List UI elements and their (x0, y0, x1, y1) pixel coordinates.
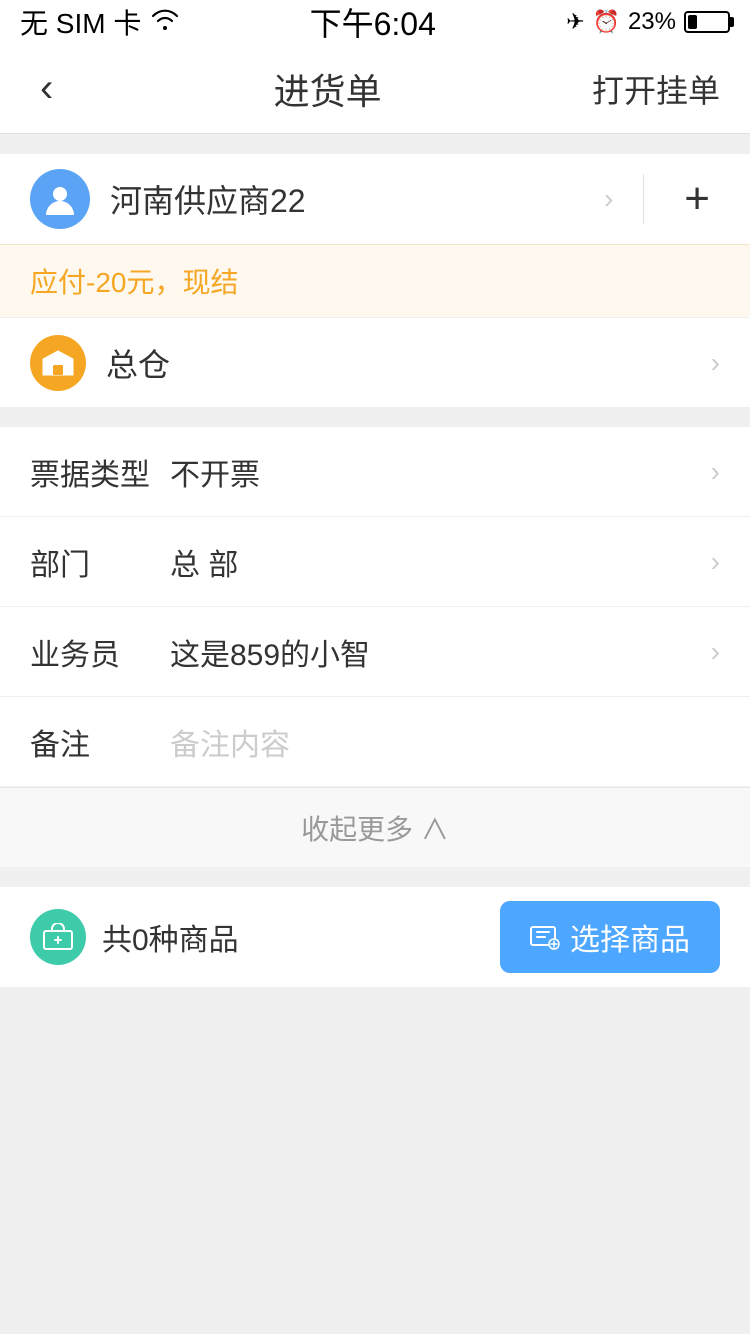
wifi-icon (151, 8, 179, 37)
sales-rep-row[interactable]: 业务员 这是859的小智 › (0, 607, 750, 697)
select-product-icon (530, 924, 560, 950)
alert-text: 应付-20元，现结 (30, 267, 238, 298)
department-row[interactable]: 部门 总 部 › (0, 517, 750, 607)
page-background (0, 987, 750, 1287)
remark-label: 备注 (30, 720, 150, 764)
carrier-text: 无 SIM 卡 (20, 2, 141, 42)
warehouse-icon (30, 335, 86, 391)
product-icon (30, 909, 86, 965)
alarm-icon: ⏰ (593, 9, 620, 35)
battery-percent: 23% (628, 8, 676, 36)
remark-placeholder[interactable]: 备注内容 (150, 720, 720, 764)
select-product-button[interactable]: 选择商品 (500, 901, 720, 973)
back-button[interactable]: ‹ (30, 56, 63, 121)
invoice-type-value: 不开票 (150, 450, 711, 494)
add-button[interactable]: + (674, 174, 720, 224)
nav-bar: ‹ 进货单 打开挂单 (0, 44, 750, 134)
sales-rep-value: 这是859的小智 (150, 630, 711, 674)
sales-rep-chevron-icon: › (711, 636, 720, 668)
collapse-label: 收起更多 ∧ (301, 808, 449, 848)
alert-bar: 应付-20元，现结 (0, 244, 750, 317)
sales-rep-label: 业务员 (30, 630, 150, 674)
supplier-chevron-icon: › (604, 183, 613, 215)
battery-icon (684, 11, 730, 33)
product-count-area: 共0种商品 (30, 909, 239, 965)
supplier-avatar (30, 169, 90, 229)
open-pending-button[interactable]: 打开挂单 (592, 66, 720, 112)
section-divider-1 (0, 134, 750, 154)
invoice-type-label: 票据类型 (30, 450, 150, 494)
supplier-section: 河南供应商22 › + 应付-20元，现结 总仓 › (0, 154, 750, 407)
warehouse-row[interactable]: 总仓 › (0, 317, 750, 407)
supplier-row[interactable]: 河南供应商22 › + (0, 154, 750, 244)
status-time: 下午6:04 (310, 0, 436, 45)
select-product-label: 选择商品 (570, 915, 690, 959)
status-carrier: 无 SIM 卡 (20, 2, 179, 42)
remark-row[interactable]: 备注 备注内容 (0, 697, 750, 787)
location-icon: ✈ (566, 9, 584, 35)
status-right-icons: ✈ ⏰ 23% (566, 8, 730, 36)
page-title: 进货单 (274, 63, 382, 115)
warehouse-name: 总仓 (106, 340, 711, 386)
form-section: 票据类型 不开票 › 部门 总 部 › 业务员 这是859的小智 › 备注 备注… (0, 427, 750, 867)
department-value: 总 部 (150, 540, 711, 584)
collapse-button[interactable]: 收起更多 ∧ (0, 787, 750, 867)
bottom-bar: 共0种商品 选择商品 (0, 887, 750, 987)
department-chevron-icon: › (711, 546, 720, 578)
warehouse-chevron-icon: › (711, 347, 720, 379)
product-count-text: 共0种商品 (102, 915, 239, 959)
status-bar: 无 SIM 卡 下午6:04 ✈ ⏰ 23% (0, 0, 750, 44)
divider (643, 174, 644, 224)
supplier-right: › + (604, 174, 720, 224)
department-label: 部门 (30, 540, 150, 584)
invoice-type-row[interactable]: 票据类型 不开票 › (0, 427, 750, 517)
supplier-name: 河南供应商22 (110, 176, 604, 222)
invoice-type-chevron-icon: › (711, 456, 720, 488)
